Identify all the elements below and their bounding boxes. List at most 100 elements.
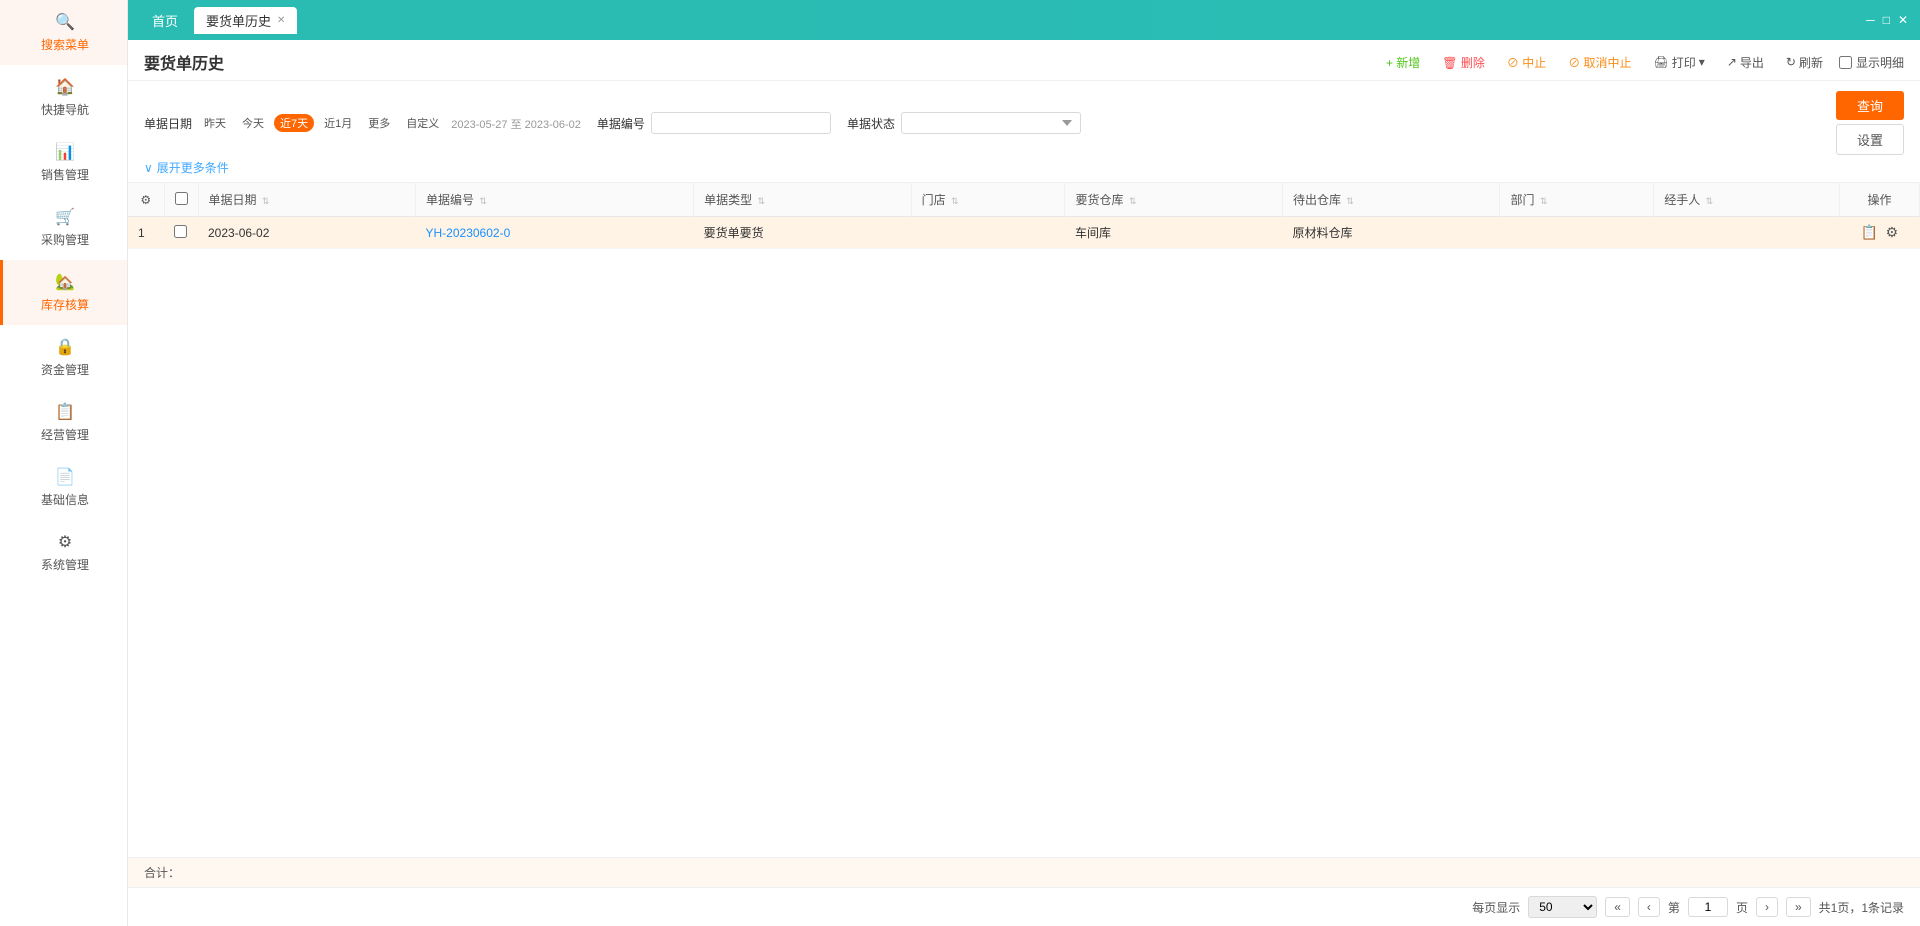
sort-type-icon[interactable]: ⇅ <box>758 196 766 206</box>
tab-close-icon[interactable]: ✕ <box>277 15 285 26</box>
table-row: 1 2023-06-02 YH-20230602-0 要货单要货 车间库 原材料… <box>128 217 1920 249</box>
col-store: 门店 ⇅ <box>911 183 1065 217</box>
refresh-button[interactable]: ↻ 刷新 <box>1780 51 1829 74</box>
sort-handler-icon[interactable]: ⇅ <box>1706 196 1714 206</box>
display-detail-toggle[interactable]: 显示明细 <box>1839 54 1904 71</box>
tab-requisition-history[interactable]: 要货单历史 ✕ <box>194 7 297 34</box>
sidebar-item-quick-nav[interactable]: 🏠 快捷导航 <box>0 65 127 130</box>
main-area: 首页 要货单历史 ✕ ─ □ ✕ 要货单历史 + 新增 🗑 删除 ⊘ 中止 ⊘ … <box>128 0 1920 926</box>
row-no: YH-20230602-0 <box>416 217 694 249</box>
order-no-filter-group: 单据编号 <box>597 112 831 134</box>
page-suffix: 页 <box>1736 899 1748 916</box>
export-icon: ↗ <box>1727 55 1737 69</box>
topbar-right: ─ □ ✕ <box>1866 13 1908 27</box>
print-label: 打印 <box>1672 54 1696 71</box>
sidebar-item-label: 销售管理 <box>41 166 89 183</box>
sidebar-item-sales[interactable]: 📊 销售管理 <box>0 130 127 195</box>
tab-home[interactable]: 首页 <box>140 7 190 34</box>
sidebar-item-label: 库存核算 <box>41 296 89 313</box>
prev-page-button[interactable]: ‹ <box>1638 897 1660 917</box>
date-btn-yesterday[interactable]: 昨天 <box>198 114 232 132</box>
total-label: 合计： <box>144 864 180 881</box>
system-icon: ⚙ <box>58 532 72 552</box>
date-btn-more[interactable]: 更多 <box>362 114 396 132</box>
maximize-button[interactable]: □ <box>1883 13 1890 27</box>
data-table: ⚙ 单据日期 ⇅ 单据编号 ⇅ <box>128 183 1920 249</box>
sidebar-item-purchase[interactable]: 🛒 采购管理 <box>0 195 127 260</box>
col-settings[interactable]: ⚙ <box>128 183 164 217</box>
page-size-select[interactable]: 50 20 100 200 <box>1528 896 1597 918</box>
sidebar-item-label: 经营管理 <box>41 426 89 443</box>
status-select[interactable] <box>901 112 1081 134</box>
export-label: 导出 <box>1740 54 1764 71</box>
date-btn-custom[interactable]: 自定义 <box>400 114 445 132</box>
settings-button[interactable]: 设置 <box>1836 124 1904 155</box>
sort-no-icon[interactable]: ⇅ <box>479 196 487 206</box>
row-num: 1 <box>128 217 164 249</box>
expand-conditions-btn[interactable]: ∨ 展开更多条件 <box>144 159 1904 176</box>
row-delete-icon[interactable]: ⚙ <box>1886 224 1899 240</box>
filter-bar: 单据日期 昨天 今天 近7天 近1月 更多 自定义 2023-05-27 至 2… <box>128 81 1920 183</box>
content-area: 要货单历史 + 新增 🗑 删除 ⊘ 中止 ⊘ 取消中止 🖨 打印 ▾ ↗ 导出 … <box>128 40 1920 926</box>
close-button[interactable]: ✕ <box>1898 13 1908 27</box>
print-button[interactable]: 🖨 打印 ▾ <box>1648 51 1711 74</box>
top-bar: 首页 要货单历史 ✕ ─ □ ✕ <box>128 0 1920 40</box>
cancel-stop-button[interactable]: ⊘ 取消中止 <box>1562 51 1637 74</box>
minimize-button[interactable]: ─ <box>1866 13 1875 27</box>
order-no-input[interactable] <box>651 112 831 134</box>
date-btn-1month[interactable]: 近1月 <box>318 114 358 132</box>
sidebar-item-inventory[interactable]: 🏡 库存核算 <box>0 260 127 325</box>
row-checkbox[interactable] <box>174 225 187 238</box>
last-page-button[interactable]: » <box>1786 897 1811 917</box>
date-btn-today[interactable]: 今天 <box>236 114 270 132</box>
refresh-label: 刷新 <box>1799 54 1823 71</box>
page-title: 要货单历史 <box>144 50 224 74</box>
order-no-link[interactable]: YH-20230602-0 <box>426 226 511 240</box>
sidebar: 🔍 搜索菜单 🏠 快捷导航 📊 销售管理 🛒 采购管理 🏡 库存核算 🔒 资金管… <box>0 0 128 926</box>
sidebar-item-search[interactable]: 🔍 搜索菜单 <box>0 0 127 65</box>
delete-button[interactable]: 🗑 删除 <box>1436 51 1491 74</box>
display-detail-checkbox[interactable] <box>1839 56 1852 69</box>
row-edit-icon[interactable]: 📋 <box>1861 224 1878 240</box>
row-handler <box>1654 217 1840 249</box>
export-button[interactable]: ↗ 导出 <box>1721 51 1770 74</box>
col-checkbox <box>164 183 198 217</box>
date-range-display: 2023-05-27 至 2023-06-02 <box>451 116 581 132</box>
first-page-button[interactable]: « <box>1605 897 1630 917</box>
col-dept: 部门 ⇅ <box>1500 183 1654 217</box>
sort-pending-warehouse-icon[interactable]: ⇅ <box>1346 196 1354 206</box>
total-info: 共1页，1条记录 <box>1819 899 1904 916</box>
table-settings-icon[interactable]: ⚙ <box>140 193 151 207</box>
tab-home-label: 首页 <box>152 11 178 30</box>
sort-req-warehouse-icon[interactable]: ⇅ <box>1129 196 1137 206</box>
page-number-input[interactable] <box>1688 897 1728 917</box>
refresh-icon: ↻ <box>1786 55 1796 69</box>
sidebar-item-basic-info[interactable]: 📄 基础信息 <box>0 455 127 520</box>
sort-date-icon[interactable]: ⇅ <box>262 196 270 206</box>
table-footer: 合计： <box>128 857 1920 887</box>
new-button[interactable]: + 新增 <box>1380 51 1426 74</box>
next-page-button[interactable]: › <box>1756 897 1778 917</box>
col-handler: 经手人 ⇅ <box>1654 183 1840 217</box>
sidebar-item-finance[interactable]: 🔒 资金管理 <box>0 325 127 390</box>
row-date: 2023-06-02 <box>198 217 416 249</box>
sidebar-item-label: 资金管理 <box>41 361 89 378</box>
status-filter-group: 单据状态 <box>847 112 1081 134</box>
home-icon: 🏠 <box>55 77 75 97</box>
sidebar-item-operations[interactable]: 📋 经营管理 <box>0 390 127 455</box>
print-icon: 🖨 <box>1654 55 1669 69</box>
stop-button[interactable]: ⊘ 中止 <box>1501 51 1552 74</box>
sidebar-item-system[interactable]: ⚙ 系统管理 <box>0 520 127 585</box>
expand-label: 展开更多条件 <box>157 159 229 176</box>
sort-store-icon[interactable]: ⇅ <box>951 196 959 206</box>
select-all-checkbox[interactable] <box>175 192 188 205</box>
col-no: 单据编号 ⇅ <box>416 183 694 217</box>
query-button[interactable]: 查询 <box>1836 91 1904 120</box>
date-shortcuts: 昨天 今天 近7天 近1月 更多 自定义 <box>198 114 445 132</box>
sort-dept-icon[interactable]: ⇅ <box>1540 196 1548 206</box>
page-header: 要货单历史 + 新增 🗑 删除 ⊘ 中止 ⊘ 取消中止 🖨 打印 ▾ ↗ 导出 … <box>128 40 1920 81</box>
toolbar: + 新增 🗑 删除 ⊘ 中止 ⊘ 取消中止 🖨 打印 ▾ ↗ 导出 ↻ 刷新 <box>1380 51 1904 74</box>
col-req-warehouse: 要货仓库 ⇅ <box>1065 183 1283 217</box>
date-btn-7days[interactable]: 近7天 <box>274 114 314 132</box>
col-date: 单据日期 ⇅ <box>198 183 416 217</box>
